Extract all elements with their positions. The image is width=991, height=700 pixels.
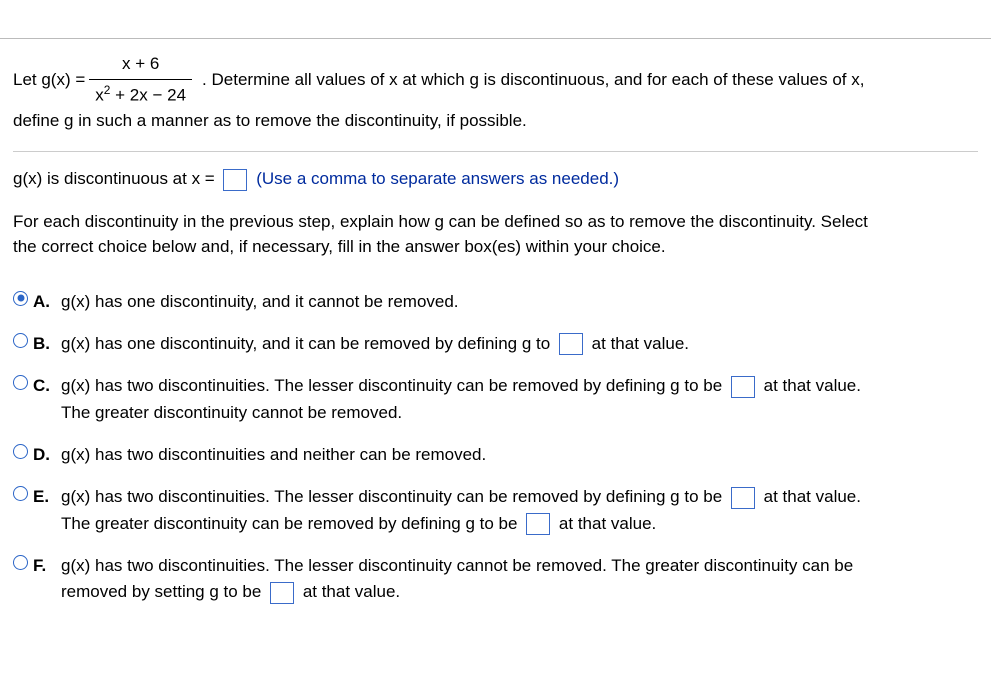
- fraction-numerator: x + 6: [89, 51, 192, 80]
- choice-c-letter: C.: [33, 371, 61, 399]
- discontinuity-input[interactable]: [223, 169, 247, 191]
- choice-f-input[interactable]: [270, 582, 294, 604]
- choice-e[interactable]: E. g(x) has two discontinuities. The les…: [13, 475, 978, 544]
- choice-d[interactable]: D. g(x) has two discontinuities and neit…: [13, 433, 978, 475]
- choice-e-input1[interactable]: [731, 487, 755, 509]
- explain-line1: For each discontinuity in the previous s…: [13, 209, 978, 235]
- choice-f[interactable]: F. g(x) has two discontinuities. The les…: [13, 544, 978, 613]
- choice-c-text: g(x) has two discontinuities. The lesser…: [61, 371, 978, 426]
- radio-a[interactable]: [13, 291, 28, 306]
- choice-a-letter: A.: [33, 287, 61, 315]
- choice-a-text: g(x) has one discontinuity, and it canno…: [61, 287, 978, 315]
- choice-c-input[interactable]: [731, 376, 755, 398]
- let-prefix: Let g(x) =: [13, 67, 85, 93]
- choice-a[interactable]: A. g(x) has one discontinuity, and it ca…: [13, 280, 978, 322]
- choice-e-text: g(x) has two discontinuities. The lesser…: [61, 482, 978, 537]
- question-sentence-after: . Determine all values of x at which g i…: [202, 67, 864, 93]
- choice-c[interactable]: C. g(x) has two discontinuities. The les…: [13, 364, 978, 433]
- fraction-denominator: x2 + 2x − 24: [89, 80, 192, 108]
- choice-b-letter: B.: [33, 329, 61, 357]
- radio-d[interactable]: [13, 444, 28, 459]
- question-block: Let g(x) = x + 6 x2 + 2x − 24 . Determin…: [0, 39, 991, 151]
- page-container: Let g(x) = x + 6 x2 + 2x − 24 . Determin…: [0, 38, 991, 633]
- answer-prefix: g(x) is discontinuous at x =: [13, 169, 215, 188]
- question-line2: define g in such a manner as to remove t…: [13, 108, 978, 134]
- fraction: x + 6 x2 + 2x − 24: [89, 51, 192, 108]
- radio-f[interactable]: [13, 555, 28, 570]
- choice-e-input2[interactable]: [526, 513, 550, 535]
- choice-b-text: g(x) has one discontinuity, and it can b…: [61, 329, 978, 357]
- explain-block: For each discontinuity in the previous s…: [0, 203, 991, 280]
- choice-f-text: g(x) has two discontinuities. The lesser…: [61, 551, 978, 606]
- answer-line: g(x) is discontinuous at x = (Use a comm…: [0, 152, 991, 202]
- choice-f-letter: F.: [33, 551, 61, 579]
- question-line1: Let g(x) = x + 6 x2 + 2x − 24 . Determin…: [13, 51, 978, 108]
- radio-c[interactable]: [13, 375, 28, 390]
- radio-e[interactable]: [13, 486, 28, 501]
- choice-b-input[interactable]: [559, 333, 583, 355]
- choice-e-letter: E.: [33, 482, 61, 510]
- choice-d-letter: D.: [33, 440, 61, 468]
- choice-d-text: g(x) has two discontinuities and neither…: [61, 440, 978, 468]
- answer-hint: (Use a comma to separate answers as need…: [256, 169, 619, 188]
- explain-line2: the correct choice below and, if necessa…: [13, 234, 978, 260]
- choices-group: A. g(x) has one discontinuity, and it ca…: [0, 280, 991, 633]
- radio-b[interactable]: [13, 333, 28, 348]
- choice-b[interactable]: B. g(x) has one discontinuity, and it ca…: [13, 322, 978, 364]
